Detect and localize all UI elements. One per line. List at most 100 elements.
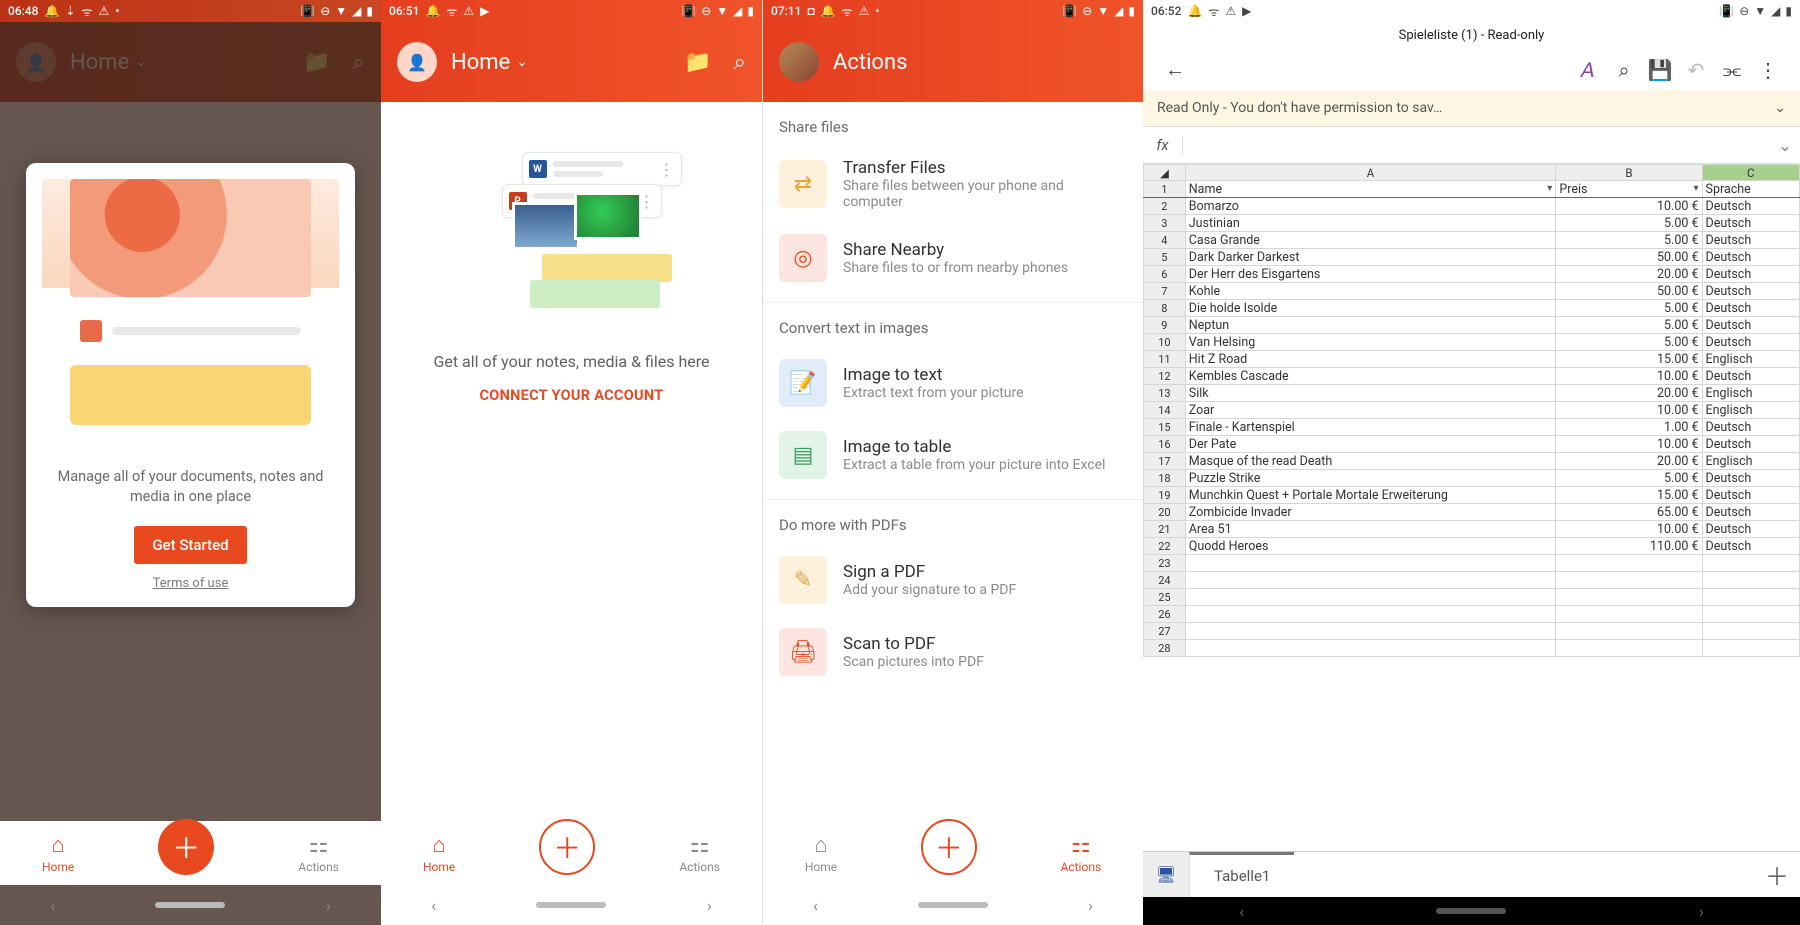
- rownum[interactable]: 14: [1144, 402, 1186, 419]
- rownum[interactable]: 11: [1144, 351, 1186, 368]
- style-icon[interactable]: 𝘈: [1570, 58, 1606, 82]
- cell-lang[interactable]: Deutsch: [1702, 470, 1799, 487]
- rownum[interactable]: 27: [1144, 623, 1186, 640]
- rownum[interactable]: 17: [1144, 453, 1186, 470]
- cell-price[interactable]: 10.00 €: [1556, 402, 1702, 419]
- cell-price[interactable]: 5.00 €: [1556, 232, 1702, 249]
- rownum[interactable]: 20: [1144, 504, 1186, 521]
- cell-lang[interactable]: Englisch: [1702, 385, 1799, 402]
- folder-icon[interactable]: 📁: [684, 50, 711, 75]
- cell-price[interactable]: 20.00 €: [1556, 266, 1702, 283]
- back-arrow-icon[interactable]: ←: [1157, 57, 1193, 82]
- rownum[interactable]: 21: [1144, 521, 1186, 538]
- cell-price[interactable]: 110.00 €: [1556, 538, 1702, 555]
- nav-actions[interactable]: ⚏ Actions: [298, 833, 339, 874]
- rownum[interactable]: 23: [1144, 555, 1186, 572]
- cell-name[interactable]: Finale - Kartenspiel: [1185, 419, 1556, 436]
- rownum[interactable]: 19: [1144, 487, 1186, 504]
- cell-name[interactable]: Hit Z Road: [1185, 351, 1556, 368]
- col-C[interactable]: C: [1702, 165, 1799, 181]
- nav-actions[interactable]: ⚏ Actions: [679, 833, 720, 874]
- cell-name[interactable]: Kembles Cascade: [1185, 368, 1556, 385]
- action-share-nearby[interactable]: ◎ Share Nearby Share files to or from ne…: [763, 222, 1143, 294]
- table-row[interactable]: 13 Silk 20.00 € Englisch: [1144, 385, 1800, 402]
- header-name[interactable]: Name▾: [1185, 181, 1556, 198]
- nav-actions[interactable]: ⚏ Actions: [1061, 833, 1102, 874]
- action-image-to-table[interactable]: ▤ Image to table Extract a table from yo…: [763, 419, 1143, 491]
- filter-icon[interactable]: ▾: [1693, 183, 1698, 194]
- cell-name[interactable]: Van Helsing: [1185, 334, 1556, 351]
- table-row[interactable]: 5 Dark Darker Darkest 50.00 € Deutsch: [1144, 249, 1800, 266]
- cell-price[interactable]: 15.00 €: [1556, 351, 1702, 368]
- action-scan-pdf[interactable]: 🖨 Scan to PDF Scan pictures into PDF: [763, 616, 1143, 688]
- nav-home[interactable]: ⌂ Home: [805, 832, 837, 874]
- action-sign-pdf[interactable]: ✎ Sign a PDF Add your signature to a PDF: [763, 544, 1143, 616]
- nav-home[interactable]: ⌂ Home: [423, 832, 455, 874]
- cell-name[interactable]: Casa Grande: [1185, 232, 1556, 249]
- table-row[interactable]: 21 Area 51 10.00 € Deutsch: [1144, 521, 1800, 538]
- cell-lang[interactable]: Englisch: [1702, 402, 1799, 419]
- table-row[interactable]: 25: [1144, 589, 1800, 606]
- cell-name[interactable]: Zoar: [1185, 402, 1556, 419]
- table-row[interactable]: 16 Der Pate 10.00 € Deutsch: [1144, 436, 1800, 453]
- cell[interactable]: [1702, 555, 1799, 572]
- cell[interactable]: [1702, 572, 1799, 589]
- cell-lang[interactable]: Deutsch: [1702, 198, 1799, 215]
- back-icon[interactable]: ‹: [431, 896, 436, 915]
- cell-lang[interactable]: Deutsch: [1702, 368, 1799, 385]
- profile-avatar[interactable]: 👤: [397, 42, 437, 82]
- cell[interactable]: [1556, 623, 1702, 640]
- home-pill[interactable]: [536, 902, 606, 908]
- get-started-button[interactable]: Get Started: [134, 526, 246, 564]
- cell-name[interactable]: Justinian: [1185, 215, 1556, 232]
- connect-account-link[interactable]: CONNECT YOUR ACCOUNT: [480, 387, 664, 404]
- nav-home[interactable]: ⌂ Home: [42, 832, 74, 874]
- recent-icon[interactable]: ›: [1088, 896, 1093, 915]
- search-icon[interactable]: ⌕: [1606, 58, 1642, 82]
- recent-icon[interactable]: ›: [707, 896, 712, 915]
- cell-lang[interactable]: Deutsch: [1702, 266, 1799, 283]
- cell-lang[interactable]: Deutsch: [1702, 521, 1799, 538]
- filter-icon[interactable]: ▾: [1547, 183, 1552, 194]
- table-row[interactable]: 27: [1144, 623, 1800, 640]
- fab-create[interactable]: ＋: [539, 819, 595, 875]
- cell[interactable]: [1185, 555, 1556, 572]
- cell-lang[interactable]: Deutsch: [1702, 317, 1799, 334]
- cell-price[interactable]: 5.00 €: [1556, 470, 1702, 487]
- cell-lang[interactable]: Deutsch: [1702, 436, 1799, 453]
- rownum[interactable]: 28: [1144, 640, 1186, 657]
- undo-icon[interactable]: ↶: [1678, 58, 1714, 82]
- table-row[interactable]: 14 Zoar 10.00 € Englisch: [1144, 402, 1800, 419]
- cell-price[interactable]: 50.00 €: [1556, 249, 1702, 266]
- action-image-to-text[interactable]: 📝 Image to text Extract text from your p…: [763, 347, 1143, 419]
- cell[interactable]: [1185, 589, 1556, 606]
- cell-price[interactable]: 1.00 €: [1556, 419, 1702, 436]
- cell-name[interactable]: Der Herr des Eisgartens: [1185, 266, 1556, 283]
- cell-price[interactable]: 65.00 €: [1556, 504, 1702, 521]
- cell[interactable]: [1556, 606, 1702, 623]
- cell[interactable]: [1556, 572, 1702, 589]
- rownum[interactable]: 4: [1144, 232, 1186, 249]
- save-icon[interactable]: 💾: [1642, 58, 1678, 82]
- home-pill[interactable]: [918, 902, 988, 908]
- cell-price[interactable]: 15.00 €: [1556, 487, 1702, 504]
- search-icon[interactable]: ⌕: [734, 50, 746, 75]
- cell[interactable]: [1556, 555, 1702, 572]
- page-title[interactable]: Home⌄: [451, 50, 670, 75]
- fab-create[interactable]: ＋: [158, 819, 214, 875]
- sheet-view-icon[interactable]: 🖥: [1143, 852, 1189, 898]
- add-sheet-button[interactable]: ＋: [1754, 857, 1800, 892]
- cell-name[interactable]: Masque of the read Death: [1185, 453, 1556, 470]
- table-row[interactable]: 23: [1144, 555, 1800, 572]
- rownum[interactable]: 25: [1144, 589, 1186, 606]
- cell-name[interactable]: Quodd Heroes: [1185, 538, 1556, 555]
- cell-price[interactable]: 10.00 €: [1556, 198, 1702, 215]
- cell[interactable]: [1702, 623, 1799, 640]
- rownum[interactable]: 26: [1144, 606, 1186, 623]
- header-price[interactable]: Preis▾: [1556, 181, 1702, 198]
- cell-name[interactable]: Area 51: [1185, 521, 1556, 538]
- cell-lang[interactable]: Deutsch: [1702, 249, 1799, 266]
- table-row[interactable]: 22 Quodd Heroes 110.00 € Deutsch: [1144, 538, 1800, 555]
- cell-price[interactable]: 20.00 €: [1556, 385, 1702, 402]
- rownum[interactable]: 10: [1144, 334, 1186, 351]
